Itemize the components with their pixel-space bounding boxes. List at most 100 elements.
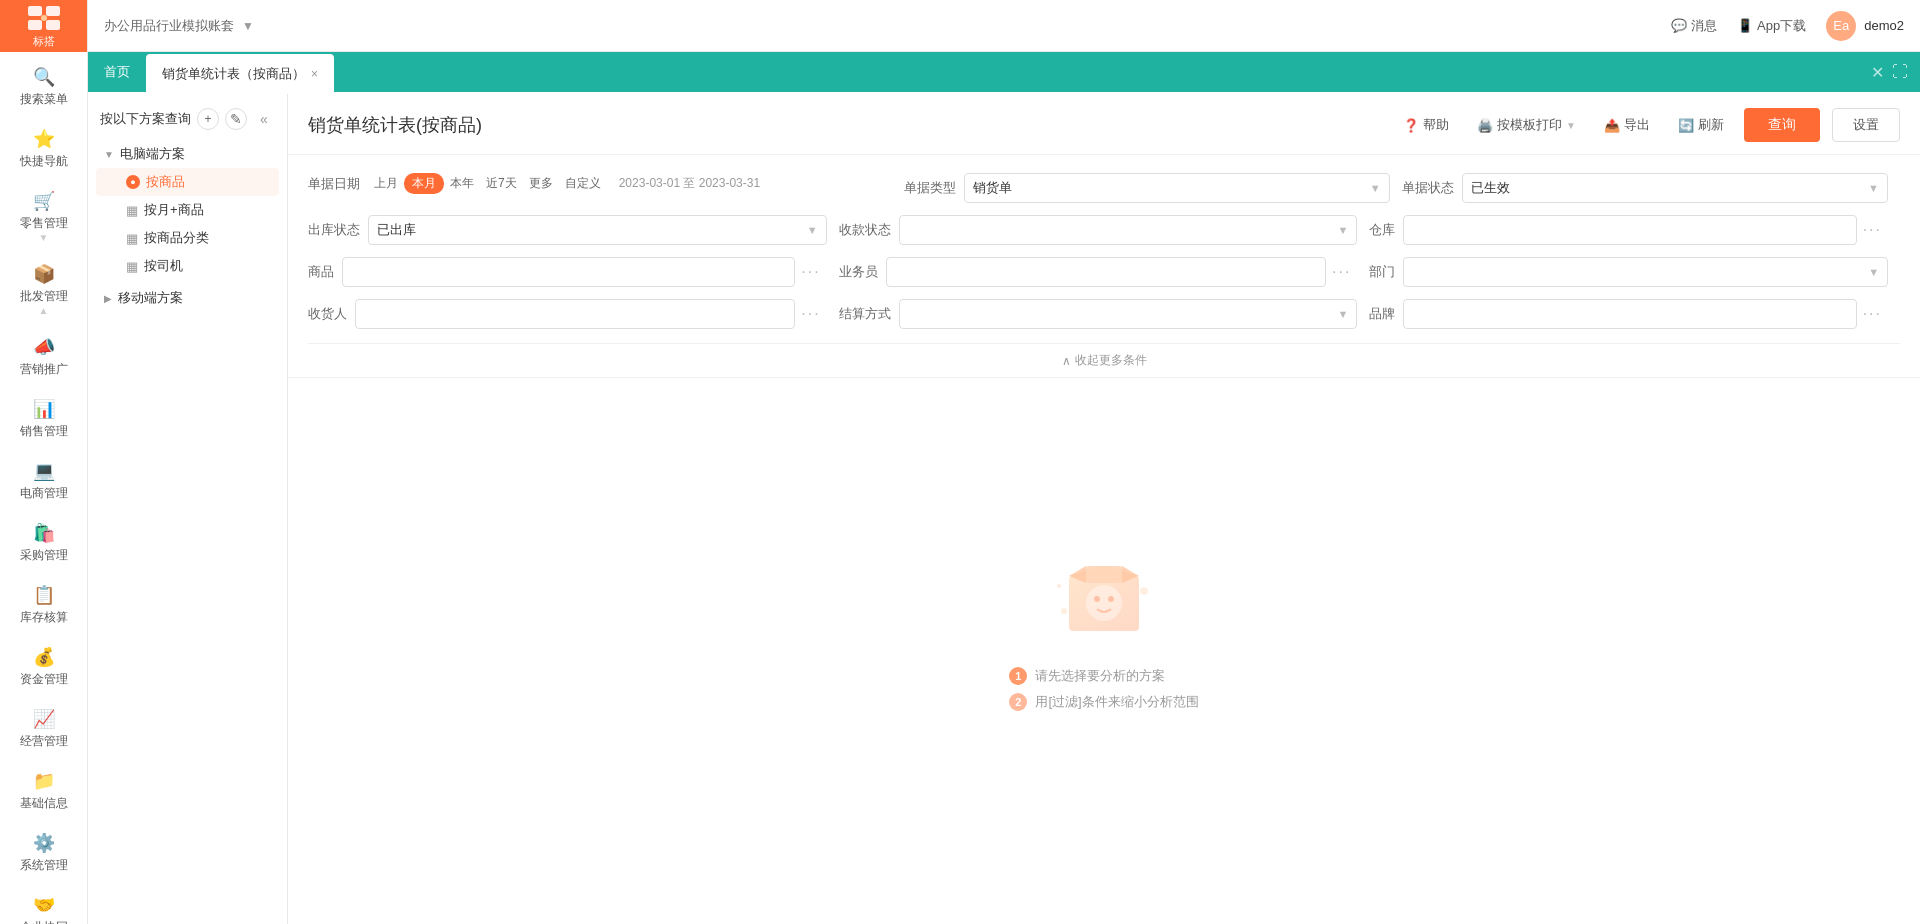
goods-input[interactable]	[342, 257, 795, 287]
content-area: 按以下方案查询 + ✎ « ▼ 电脑端方案 ● 按商品	[88, 92, 1920, 924]
sidebar-item-sales[interactable]: 📊 销售管理	[0, 388, 87, 450]
date-shortcut-last-month[interactable]: 上月	[368, 173, 404, 194]
brand-dots-icon[interactable]: ···	[1857, 305, 1888, 323]
payment-status-select[interactable]: ▼	[899, 215, 1358, 245]
tree-parent-mobile[interactable]: ▶ 移动端方案	[96, 284, 279, 312]
sidebar-item-wholesale[interactable]: 📦 批发管理 ▲	[0, 253, 87, 326]
date-shortcut-more[interactable]: 更多	[523, 173, 559, 194]
setting-button[interactable]: 设置	[1832, 108, 1900, 142]
user-avatar: Ea	[1826, 11, 1856, 41]
page-actions: ❓ 帮助 🖨️ 按模板打印 ▼ 📤 导出 🔄 刷新	[1395, 108, 1900, 142]
date-range-value: 2023-03-01 至 2023-03-31	[619, 175, 760, 192]
tab-sales-stat[interactable]: 销货单统计表（按商品） ×	[146, 54, 334, 94]
filter-row-1: 单据日期 上月 本月 本年 近7天 更多 自定义 2023-03-01 至 20…	[308, 167, 1900, 209]
sidebar-item-retail-label: 零售管理	[20, 215, 68, 232]
date-shortcut-custom[interactable]: 自定义	[559, 173, 607, 194]
sidebar-item-basic-label: 基础信息	[20, 795, 68, 812]
sidebar-item-enterprise-collab[interactable]: 🤝 企业协同	[0, 884, 87, 924]
tree-child-by-cashier[interactable]: ▦ 按司机	[96, 252, 279, 280]
tree-child-by-month-goods-label: 按月+商品	[144, 201, 204, 219]
date-label: 单据日期	[308, 175, 360, 193]
user-area[interactable]: Ea demo2	[1826, 11, 1904, 41]
svg-point-12	[1057, 584, 1061, 588]
sidebar-item-purchase-label: 采购管理	[20, 547, 68, 564]
recipient-dots-icon[interactable]: ···	[795, 305, 826, 323]
empty-state: 1 请先选择要分析的方案 2 用[过滤]条件来缩小分析范围	[288, 378, 1920, 924]
print-button[interactable]: 🖨️ 按模板打印 ▼	[1469, 112, 1584, 138]
sidebar-item-stock[interactable]: 📋 库存核算	[0, 574, 87, 636]
app-download-icon: 📱	[1737, 18, 1753, 33]
tab-home[interactable]: 首页	[88, 52, 146, 92]
out-status-select[interactable]: 已出库 ▼	[368, 215, 827, 245]
help-button[interactable]: ❓ 帮助	[1395, 112, 1457, 138]
add-scheme-button[interactable]: +	[197, 108, 219, 130]
collapse-more-conditions[interactable]: ∧ 收起更多条件	[308, 343, 1900, 377]
brand-label: 品牌	[1369, 305, 1395, 323]
right-content: 销货单统计表(按商品) ❓ 帮助 🖨️ 按模板打印 ▼ 📤 导出	[288, 92, 1920, 924]
sidebar-item-operations[interactable]: 📈 经营管理	[0, 698, 87, 760]
header-dropdown-icon[interactable]: ▼	[242, 19, 254, 33]
logo-text: 标搭	[33, 34, 55, 49]
tree-child-by-goods-category-label: 按商品分类	[144, 229, 209, 247]
app-download-button[interactable]: 📱 App下载	[1737, 17, 1806, 35]
tree-child-by-month-goods[interactable]: ▦ 按月+商品	[96, 196, 279, 224]
top-header-right: 💬 消息 📱 App下载 Ea demo2	[1671, 11, 1904, 41]
sidebar-item-system[interactable]: ⚙️ 系统管理	[0, 822, 87, 884]
recipient-input[interactable]	[355, 299, 795, 329]
sidebar-item-basic[interactable]: 📁 基础信息	[0, 760, 87, 822]
collapse-label: 收起更多条件	[1075, 352, 1147, 369]
date-shortcut-this-month[interactable]: 本月	[404, 173, 444, 194]
sidebar-item-marketing[interactable]: 📣 营销推广	[0, 326, 87, 388]
active-scheme-dot: ●	[126, 175, 140, 189]
operations-icon: 📈	[33, 708, 55, 730]
tip-number-2: 2	[1009, 693, 1027, 711]
export-button[interactable]: 📤 导出	[1596, 112, 1658, 138]
tab-close-window-icon[interactable]: ✕	[1871, 63, 1884, 82]
edit-scheme-button[interactable]: ✎	[225, 108, 247, 130]
tab-close-button[interactable]: ×	[311, 67, 318, 81]
warehouse-label: 仓库	[1369, 221, 1395, 239]
sidebar-item-ecommerce[interactable]: 💻 电商管理	[0, 450, 87, 512]
date-shortcut-this-year[interactable]: 本年	[444, 173, 480, 194]
goods-dots-icon[interactable]: ···	[795, 263, 826, 281]
salesperson-input[interactable]	[886, 257, 1326, 287]
sidebar-item-retail[interactable]: 🛒 零售管理 ▼	[0, 180, 87, 253]
warehouse-dots-icon[interactable]: ···	[1857, 221, 1888, 239]
active-check-icon: ●	[130, 177, 135, 187]
refresh-button[interactable]: 🔄 刷新	[1670, 112, 1732, 138]
sidebar-item-quick-nav-label: 快捷导航	[20, 153, 68, 170]
salesperson-dots-icon[interactable]: ···	[1326, 263, 1357, 281]
query-button[interactable]: 查询	[1744, 108, 1820, 142]
tree-child-by-cashier-label: 按司机	[144, 257, 183, 275]
payment-method-select[interactable]: ▼	[899, 299, 1358, 329]
date-shortcut-7days[interactable]: 近7天	[480, 173, 523, 194]
sidebar-item-quick-nav[interactable]: ⭐ 快捷导航	[0, 118, 87, 180]
tree-child-by-goods[interactable]: ● 按商品	[96, 168, 279, 196]
warehouse-input[interactable]	[1403, 215, 1856, 245]
department-select[interactable]: ▼	[1403, 257, 1888, 287]
export-icon: 📤	[1604, 118, 1620, 133]
collapse-panel-button[interactable]: «	[253, 108, 275, 130]
sidebar-item-finance[interactable]: 💰 资金管理	[0, 636, 87, 698]
refresh-label: 刷新	[1698, 116, 1724, 134]
svg-rect-2	[28, 20, 42, 30]
tree-parent-pc[interactable]: ▼ 电脑端方案	[96, 140, 279, 168]
filter-out-status: 出库状态 已出库 ▼	[308, 215, 839, 245]
doc-status-select[interactable]: 已生效 ▼	[1462, 173, 1888, 203]
sidebar-item-search[interactable]: 🔍 搜索菜单	[0, 56, 87, 118]
message-button[interactable]: 💬 消息	[1671, 17, 1717, 35]
sidebar-item-purchase[interactable]: 🛍️ 采购管理	[0, 512, 87, 574]
scheme-grid-icon-3: ▦	[126, 259, 138, 274]
doc-type-select[interactable]: 销货单 ▼	[964, 173, 1390, 203]
top-header: 办公用品行业模拟账套 ▼ 💬 消息 📱 App下载 Ea demo2	[88, 0, 1920, 52]
doc-status-arrow-icon: ▼	[1868, 182, 1879, 194]
filter-row-2: 出库状态 已出库 ▼ 收款状态 ▼ 仓库	[308, 209, 1900, 251]
tab-expand-window-icon[interactable]: ⛶	[1892, 63, 1908, 81]
tip-text-2: 用[过滤]条件来缩小分析范围	[1035, 693, 1198, 711]
tree-child-by-goods-category[interactable]: ▦ 按商品分类	[96, 224, 279, 252]
sidebar-item-enterprise-collab-label: 企业协同	[20, 919, 68, 924]
filter-recipient: 收货人 ···	[308, 299, 839, 329]
brand-input[interactable]	[1403, 299, 1856, 329]
app-download-label: App下载	[1757, 17, 1806, 35]
filter-doc-status: 单据状态 已生效 ▼	[1402, 173, 1900, 203]
